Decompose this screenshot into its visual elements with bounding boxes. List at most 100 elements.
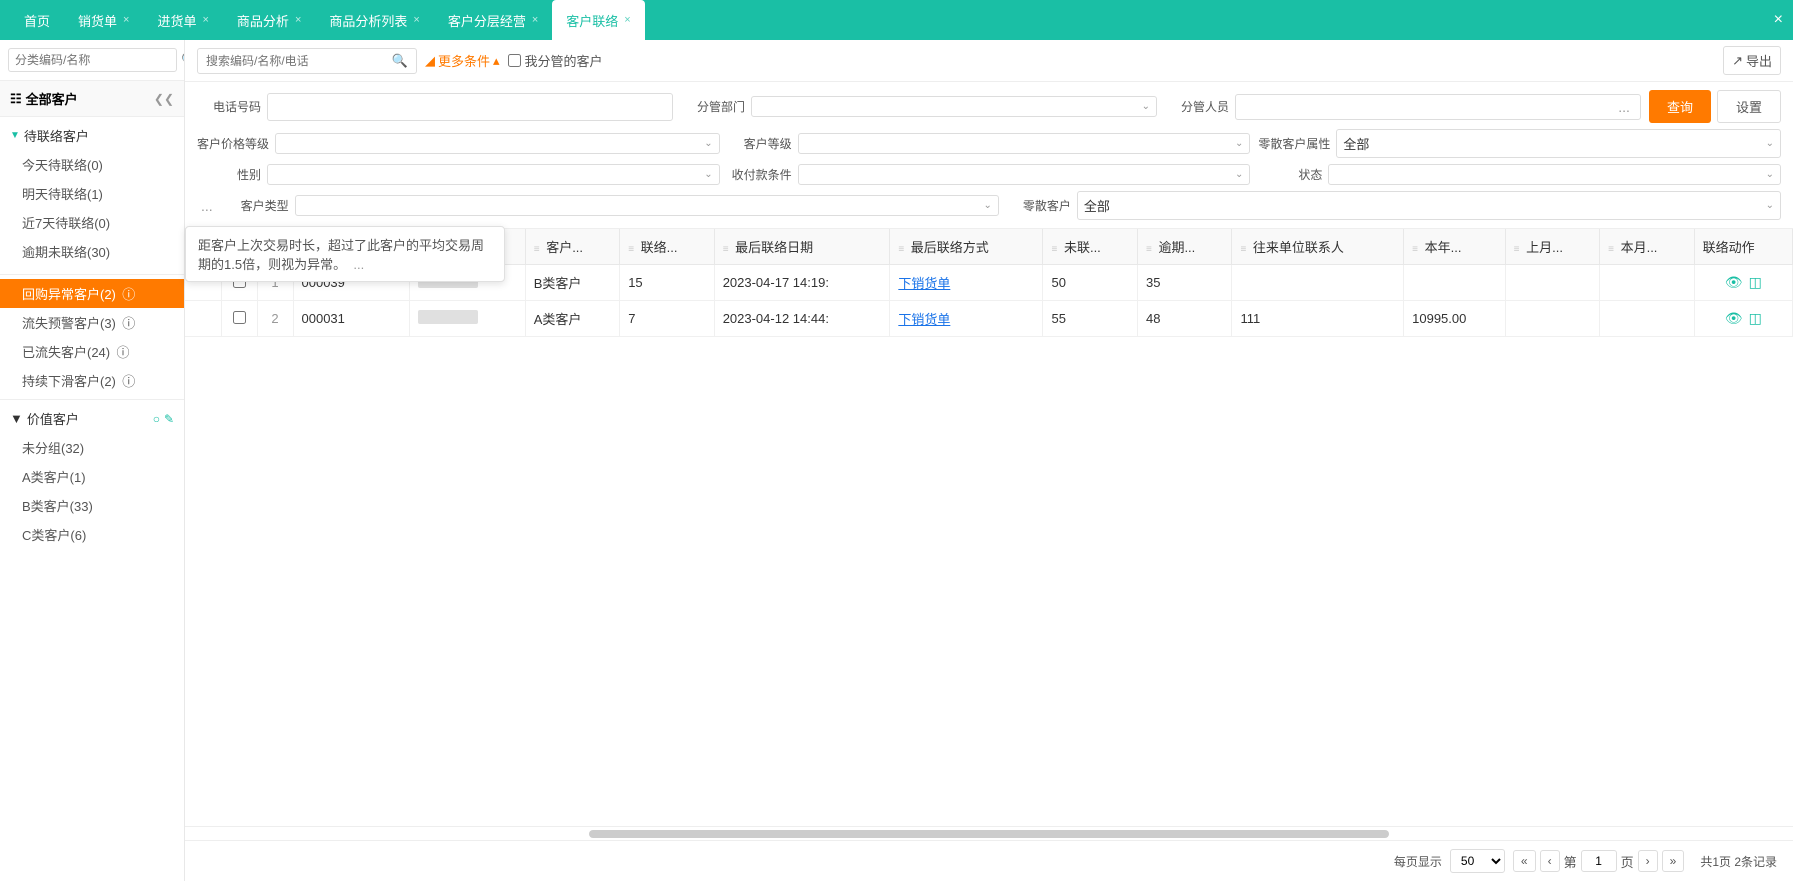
customer-level-field: 客户等级 ⌄ [728,133,1251,154]
customer-type-caret-icon: ⌄ [983,200,991,211]
row-view-icon-1[interactable]: 👁 [1725,310,1743,327]
row-num-1: 2 [257,301,293,337]
col-last-month[interactable]: 上月... [1505,229,1599,265]
retail-customer-select[interactable]: 全部 ⌄ [1077,191,1781,220]
window-close-button[interactable]: × [1774,11,1783,29]
col-last-contact-date[interactable]: 最后联络日期 [714,229,890,265]
page-number-input[interactable] [1581,850,1617,872]
row-this-year-0 [1404,265,1506,301]
col-unread[interactable]: 未联... [1043,229,1137,265]
sidebar-search-input[interactable] [8,48,177,72]
row-select-1[interactable] [233,311,246,324]
row-name-1 [409,301,525,337]
sidebar-overdue[interactable]: 逾期未联络(30) [0,237,184,266]
first-page-btn[interactable]: « [1513,850,1536,872]
sidebar-pending-today[interactable]: 今天待联络(0) [0,150,184,179]
sidebar-unclassified[interactable]: 未分组(32) [0,433,184,462]
setting-button[interactable]: 设置 [1717,90,1781,123]
nav-purchase-order[interactable]: 进货单 × [143,0,222,40]
main-layout: 🔍 ☷ 全部客户 ❮❮ ▼ 待联络客户 今天待联络(0) 明天待联络(1) 近7… [0,40,1793,881]
sidebar-collapse-btn[interactable]: ❮❮ [154,92,174,106]
col-contact-count[interactable]: 联络... [620,229,714,265]
gender-select[interactable]: ⌄ [267,164,720,185]
nav-close-product-analysis-list[interactable]: × [413,14,419,26]
sidebar-value-group-title[interactable]: ▼ 价值客户 ○ ✎ [0,404,184,433]
last-page-btn[interactable]: » [1662,850,1685,872]
nav-home[interactable]: 首页 [10,0,64,40]
table-footer: 每页显示 50 100 200 « ‹ 第 页 › » 共1页 2条记录 [185,840,1793,881]
keep-declining-info-icon: ⓘ [122,374,135,389]
col-overdue[interactable]: 逾期... [1137,229,1231,265]
sidebar-repurchase-abnormal[interactable]: 回购异常客户(2) ⓘ [0,279,184,308]
nav-product-analysis-list[interactable]: 商品分析列表 × [315,0,433,40]
nav-close-purchase-order[interactable]: × [202,14,208,26]
status-select[interactable]: ⌄ [1328,164,1781,185]
price-caret-icon: ⌄ [704,138,712,149]
row-unread-0: 50 [1043,265,1137,301]
dept-select[interactable]: ⌄ [751,96,1157,117]
my-customer-checkbox[interactable] [508,54,521,67]
col-unit-contact[interactable]: 往来单位联系人 [1232,229,1404,265]
prev-page-btn[interactable]: ‹ [1540,850,1560,872]
row-qr-icon-1[interactable]: ◫ [1749,310,1762,327]
more-filters-ellipsis[interactable]: ... [197,198,217,214]
customer-level-label: 客户等级 [728,135,798,152]
filter-more-conditions[interactable]: ◢ 更多条件 ▴ [425,51,500,70]
nav-customer-segment[interactable]: 客户分层经营 × [434,0,552,40]
row-view-icon-0[interactable]: 👁 [1725,274,1743,291]
row-this-month-1 [1600,301,1694,337]
customer-type-select[interactable]: ⌄ [295,195,999,216]
sidebar-already-lost[interactable]: 已流失客户(24) ⓘ [0,337,184,366]
row-qr-icon-0[interactable]: ◫ [1749,274,1762,291]
row-overdue-0: 35 [1137,265,1231,301]
sidebar-pending-title[interactable]: ▼ 待联络客户 [0,121,184,150]
nav-close-product-analysis[interactable]: × [295,14,301,26]
already-lost-info-icon: ⓘ [116,345,129,360]
sidebar-lost-preview[interactable]: 流失预警客户(3) ⓘ [0,308,184,337]
col-last-contact-method[interactable]: 最后联络方式 [890,229,1043,265]
page-unit-label: 页 [1621,852,1634,871]
scroll-thumb[interactable] [589,830,1389,838]
row-this-year-1: 10995.00 [1404,301,1506,337]
nav-close-sales-order[interactable]: × [123,14,129,26]
person-ellipsis[interactable]: ... [1614,99,1634,115]
grid-icon: ☷ [10,91,22,107]
sidebar-pending-tomorrow[interactable]: 明天待联络(1) [0,179,184,208]
sidebar-a-class[interactable]: A类客户(1) [0,462,184,491]
row-overdue-1: 48 [1137,301,1231,337]
row-last-method-0[interactable]: 下销货单 [890,265,1043,301]
price-level-select[interactable]: ⌄ [275,133,720,154]
export-button[interactable]: ↗ 导出 [1723,46,1781,75]
status-field: 状态 ⌄ [1258,164,1781,185]
col-customer-type[interactable]: 客户... [525,229,619,265]
horizontal-scrollbar[interactable] [185,826,1793,840]
sidebar-c-class[interactable]: C类客户(6) [0,520,184,549]
nav-close-customer-contact[interactable]: × [624,14,630,26]
phone-input[interactable] [267,93,673,121]
gender-field: 性别 ⌄ [197,164,720,185]
sidebar-b-class[interactable]: B类客户(33) [0,491,184,520]
person-input[interactable]: ... [1235,94,1641,120]
nav-sales-order[interactable]: 销货单 × [64,0,143,40]
col-this-year[interactable]: 本年... [1404,229,1506,265]
gender-caret-icon: ⌄ [704,169,712,180]
payment-select[interactable]: ⌄ [798,164,1251,185]
sidebar-edit-icon[interactable]: ✎ [164,412,174,426]
query-button[interactable]: 查询 [1649,90,1711,123]
per-page-select[interactable]: 50 100 200 [1450,849,1505,873]
row-last-method-1[interactable]: 下销货单 [890,301,1043,337]
filter-search-input[interactable] [206,54,388,68]
sidebar-keep-declining[interactable]: 持续下滑客户(2) ⓘ [0,366,184,395]
sidebar-pending-7days[interactable]: 近7天待联络(0) [0,208,184,237]
row-unit-contact-1: 111 [1232,301,1404,337]
tooltip-close-icon[interactable]: ... [353,257,364,272]
filter-search-icon[interactable]: 🔍 [392,53,408,69]
nav-close-customer-segment[interactable]: × [532,14,538,26]
retail-attr-select[interactable]: 全部 ⌄ [1336,129,1781,158]
nav-product-analysis[interactable]: 商品分析 × [223,0,315,40]
nav-customer-contact[interactable]: 客户联络 × [552,0,644,40]
col-this-month[interactable]: 本月... [1600,229,1694,265]
sidebar-add-icon[interactable]: ○ [153,412,160,426]
next-page-btn[interactable]: › [1638,850,1658,872]
customer-level-select[interactable]: ⌄ [798,133,1251,154]
